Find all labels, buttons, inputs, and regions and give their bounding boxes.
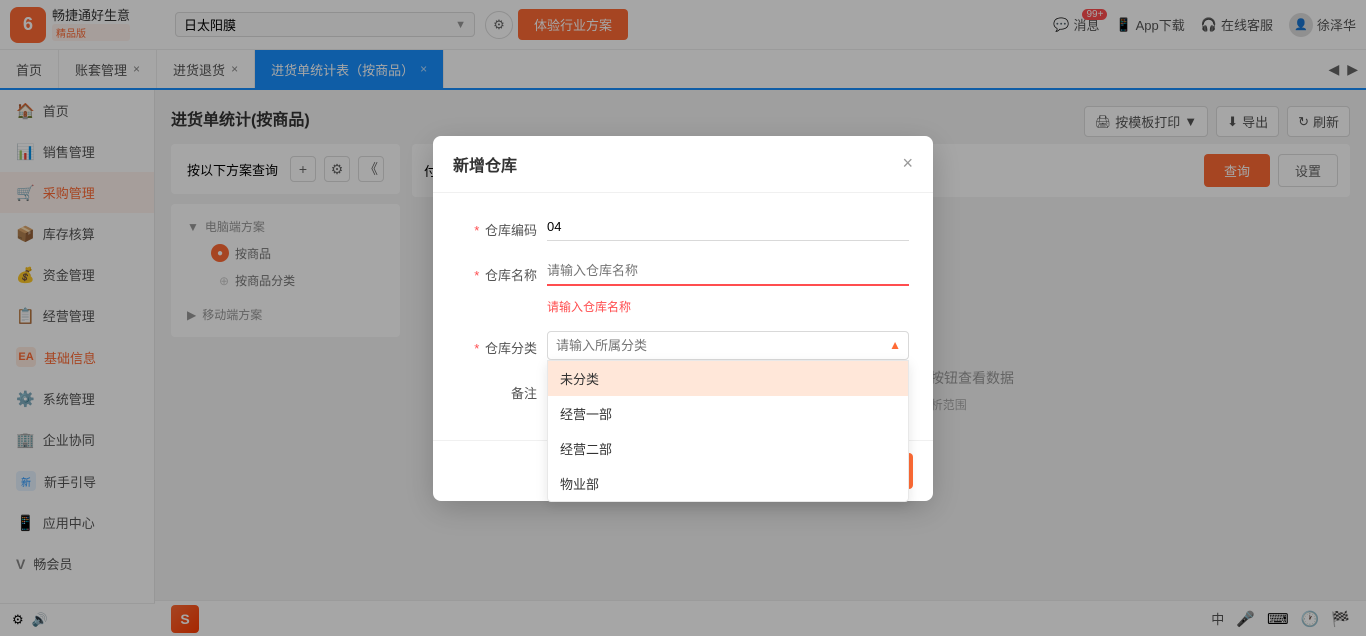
name-required-star: *: [474, 268, 479, 283]
name-label: * 仓库名称: [457, 258, 537, 284]
code-label: * 仓库编码: [457, 213, 537, 239]
category-select-wrapper: ▲ 未分类 经营一部 经营二部 物业部: [547, 331, 909, 360]
modal-close-btn[interactable]: ×: [902, 153, 913, 174]
modal-title: 新增仓库: [453, 152, 517, 176]
category-dropdown: 未分类 经营一部 经营二部 物业部: [547, 360, 909, 502]
name-error-msg: 请输入仓库名称: [547, 298, 909, 315]
modal-overlay[interactable]: 新增仓库 × * 仓库编码 * 仓库名称: [0, 0, 1366, 636]
category-arrow-icon[interactable]: ▲: [889, 338, 901, 352]
modal-header: 新增仓库 ×: [433, 136, 933, 193]
code-field-row: * 仓库编码: [457, 213, 909, 241]
code-input[interactable]: [547, 213, 909, 241]
dropdown-item-0[interactable]: 未分类: [548, 361, 908, 396]
category-label: * 仓库分类: [457, 331, 537, 357]
name-input[interactable]: [547, 257, 909, 286]
dropdown-item-2[interactable]: 经营二部: [548, 431, 908, 466]
dropdown-item-1[interactable]: 经营一部: [548, 396, 908, 431]
name-field-inner: * 仓库名称: [457, 257, 909, 286]
code-required-star: *: [474, 223, 479, 238]
name-error-wrapper: 请输入仓库名称: [457, 296, 909, 315]
modal-body: * 仓库编码 * 仓库名称 请输入仓库名称: [433, 193, 933, 440]
category-field-row: * 仓库分类 ▲ 未分类 经营一部 经营二部 物业部: [457, 331, 909, 360]
note-label: 备注: [457, 376, 537, 402]
category-required-star: *: [474, 341, 479, 356]
dropdown-item-3[interactable]: 物业部: [548, 466, 908, 501]
category-input[interactable]: [547, 331, 909, 360]
name-field-row: * 仓库名称 请输入仓库名称: [457, 257, 909, 315]
new-warehouse-modal: 新增仓库 × * 仓库编码 * 仓库名称: [433, 136, 933, 501]
